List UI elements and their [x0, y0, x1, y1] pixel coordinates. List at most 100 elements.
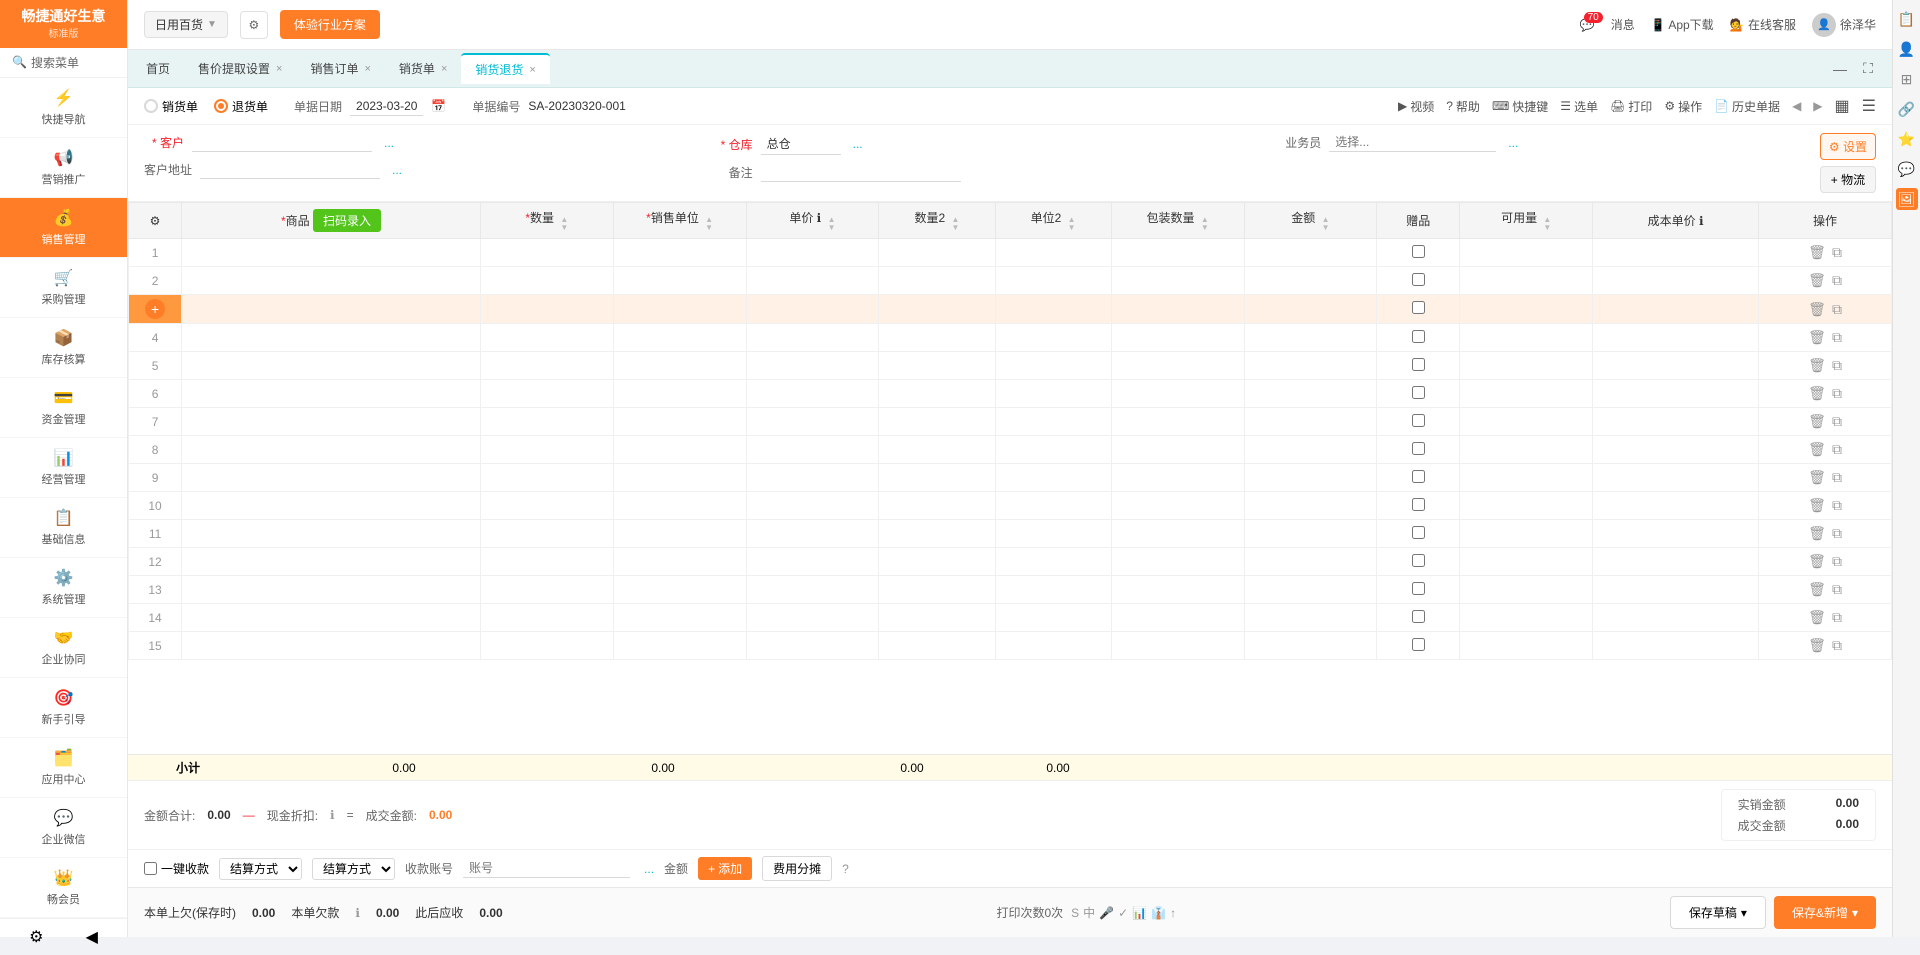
sidebar-item-operations[interactable]: 📊 经营管理 [0, 438, 127, 498]
gift-checkbox-10[interactable] [1412, 498, 1425, 511]
delete-row-icon[interactable]: 🗑 [1808, 609, 1826, 626]
copy-row-icon[interactable]: ⧉ [1832, 301, 1842, 318]
copy-row-icon[interactable]: ⧉ [1832, 637, 1842, 654]
address-input[interactable] [200, 160, 380, 179]
message-icon[interactable]: 💬 70 [1580, 18, 1595, 32]
product-input-3[interactable] [186, 302, 476, 316]
sidebar-item-search[interactable]: 🔍 搜索菜单 [0, 48, 127, 78]
customer-dots[interactable]: ... [384, 136, 394, 150]
delete-row-icon[interactable]: 🗑 [1808, 244, 1826, 261]
delete-row-icon[interactable]: 🗑 [1808, 357, 1826, 374]
right-icon-star[interactable]: ⭐ [1896, 128, 1918, 150]
delete-row-icon[interactable]: 🗑 [1808, 385, 1826, 402]
help-btn[interactable]: ? 帮助 [1446, 98, 1480, 115]
app-download-link[interactable]: 📱 App下载 [1651, 16, 1714, 33]
row-gift-11[interactable] [1377, 520, 1460, 548]
gift-checkbox-2[interactable] [1412, 273, 1425, 286]
right-icon-image[interactable]: 🖼 [1896, 188, 1918, 210]
sidebar-item-newbie[interactable]: 🎯 新手引导 [0, 678, 127, 738]
copy-row-icon[interactable]: ⧉ [1832, 272, 1842, 289]
gift-checkbox-4[interactable] [1412, 330, 1425, 343]
logistics-button[interactable]: + 物流 [1820, 166, 1876, 193]
account-input[interactable] [463, 859, 630, 878]
row-gift-4[interactable] [1377, 324, 1460, 352]
copy-row-icon[interactable]: ⧉ [1832, 357, 1842, 374]
row-gift-1[interactable] [1377, 239, 1460, 267]
delete-row-icon[interactable]: 🗑 [1808, 581, 1826, 598]
gift-checkbox-11[interactable] [1412, 526, 1425, 539]
video-btn[interactable]: ▶ 视频 [1398, 98, 1434, 115]
daily-goods-selector[interactable]: 日用百货 ▼ [144, 11, 228, 38]
save-draft-button[interactable]: 保存草稿 ▾ [1670, 896, 1766, 929]
topbar-gear-button[interactable]: ⚙ [240, 11, 268, 39]
tab-sales-order-close[interactable]: × [364, 63, 370, 75]
calc-method-select[interactable]: 结算方式 [312, 858, 395, 880]
next-record-btn[interactable]: ▶ [1813, 99, 1822, 113]
row-gift-9[interactable] [1377, 464, 1460, 492]
grid-scroll[interactable]: ⚙ *商品 扫码录入 *数量 ▲▼ *销售单位 ▲▼ [128, 202, 1892, 754]
gift-checkbox-9[interactable] [1412, 470, 1425, 483]
row-gift-15[interactable] [1377, 632, 1460, 660]
copy-row-icon[interactable]: ⧉ [1832, 609, 1842, 626]
gift-checkbox-6[interactable] [1412, 386, 1425, 399]
salesperson-dots[interactable]: ... [1508, 136, 1518, 150]
delete-row-icon[interactable]: 🗑 [1808, 469, 1826, 486]
copy-row-icon[interactable]: ⧉ [1832, 413, 1842, 430]
sidebar-item-apps[interactable]: 🗂️ 应用中心 [0, 738, 127, 798]
history-btn[interactable]: 📄 历史单据 [1714, 98, 1780, 115]
gift-checkbox-15[interactable] [1412, 638, 1425, 651]
sidebar-item-wechat[interactable]: 💬 企业微信 [0, 798, 127, 858]
warehouse-dots[interactable]: ... [853, 137, 863, 151]
sidebar-item-enterprise[interactable]: 🤝 企业协同 [0, 618, 127, 678]
tab-home[interactable]: 首页 [132, 54, 184, 83]
gift-checkbox-14[interactable] [1412, 610, 1425, 623]
unit2-sort[interactable]: ▲▼ [1068, 216, 1076, 232]
prev-record-btn[interactable]: ◀ [1792, 99, 1801, 113]
warehouse-value[interactable]: 总仓 [761, 133, 841, 155]
sidebar-item-purchase[interactable]: 🛒 采购管理 [0, 258, 127, 318]
settlement-method-select[interactable]: 结算方式 [219, 858, 302, 880]
pack-qty-sort[interactable]: ▲▼ [1201, 216, 1209, 232]
row-gift-2[interactable] [1377, 267, 1460, 295]
delete-row-icon[interactable]: 🗑 [1808, 272, 1826, 289]
gift-checkbox-13[interactable] [1412, 582, 1425, 595]
help-circle-icon[interactable]: ? [842, 862, 849, 876]
print-btn[interactable]: 🖨 打印 [1610, 98, 1652, 115]
trial-button[interactable]: 体验行业方案 [280, 10, 380, 39]
window-expand-button[interactable]: ⛶ [1856, 57, 1880, 81]
tab-sales-return-close[interactable]: × [529, 64, 535, 76]
one-click-payment[interactable]: 一键收款 [144, 860, 209, 877]
delete-row-icon[interactable]: 🗑 [1808, 301, 1826, 318]
sidebar-item-system[interactable]: ⚙️ 系统管理 [0, 558, 127, 618]
gift-checkbox-5[interactable] [1412, 358, 1425, 371]
add-payment-button[interactable]: + 添加 [698, 857, 752, 880]
copy-row-icon[interactable]: ⧉ [1832, 581, 1842, 598]
select-btn[interactable]: ☰ 选单 [1560, 98, 1598, 115]
setup-button[interactable]: ⚙ 设置 [1820, 133, 1876, 160]
sidebar-item-sales[interactable]: 💰 销售管理 [0, 198, 127, 258]
sidebar-item-inventory[interactable]: 📦 库存核算 [0, 318, 127, 378]
radio-sales[interactable]: 销货单 [144, 98, 198, 115]
add-row-button[interactable]: + [145, 299, 165, 319]
tab-price-settings[interactable]: 售价提取设置 × [184, 54, 296, 83]
copy-row-icon[interactable]: ⧉ [1832, 525, 1842, 542]
delete-row-icon[interactable]: 🗑 [1808, 413, 1826, 430]
copy-row-icon[interactable]: ⧉ [1832, 469, 1842, 486]
row-gift-14[interactable] [1377, 604, 1460, 632]
user-menu[interactable]: 👤 徐泽华 [1812, 13, 1876, 37]
right-icon-grid[interactable]: ⊞ [1896, 68, 1918, 90]
tab-sales-order[interactable]: 销售订单 × [296, 54, 384, 83]
quantity2-sort[interactable]: ▲▼ [951, 216, 959, 232]
row-gift-3[interactable] [1377, 295, 1460, 324]
available-sort[interactable]: ▲▼ [1543, 216, 1551, 232]
amount-sort[interactable]: ▲▼ [1322, 216, 1330, 232]
copy-row-icon[interactable]: ⧉ [1832, 329, 1842, 346]
customer-input[interactable] [192, 133, 372, 152]
delete-row-icon[interactable]: 🗑 [1808, 329, 1826, 346]
right-icon-person[interactable]: 👤 [1896, 38, 1918, 60]
gift-checkbox-3[interactable] [1412, 301, 1425, 314]
tab-sales-return[interactable]: 销货退货 × [461, 53, 549, 84]
tab-price-settings-close[interactable]: × [276, 63, 282, 75]
gift-checkbox-1[interactable] [1412, 245, 1425, 258]
scan-button[interactable]: 扫码录入 [313, 209, 381, 232]
